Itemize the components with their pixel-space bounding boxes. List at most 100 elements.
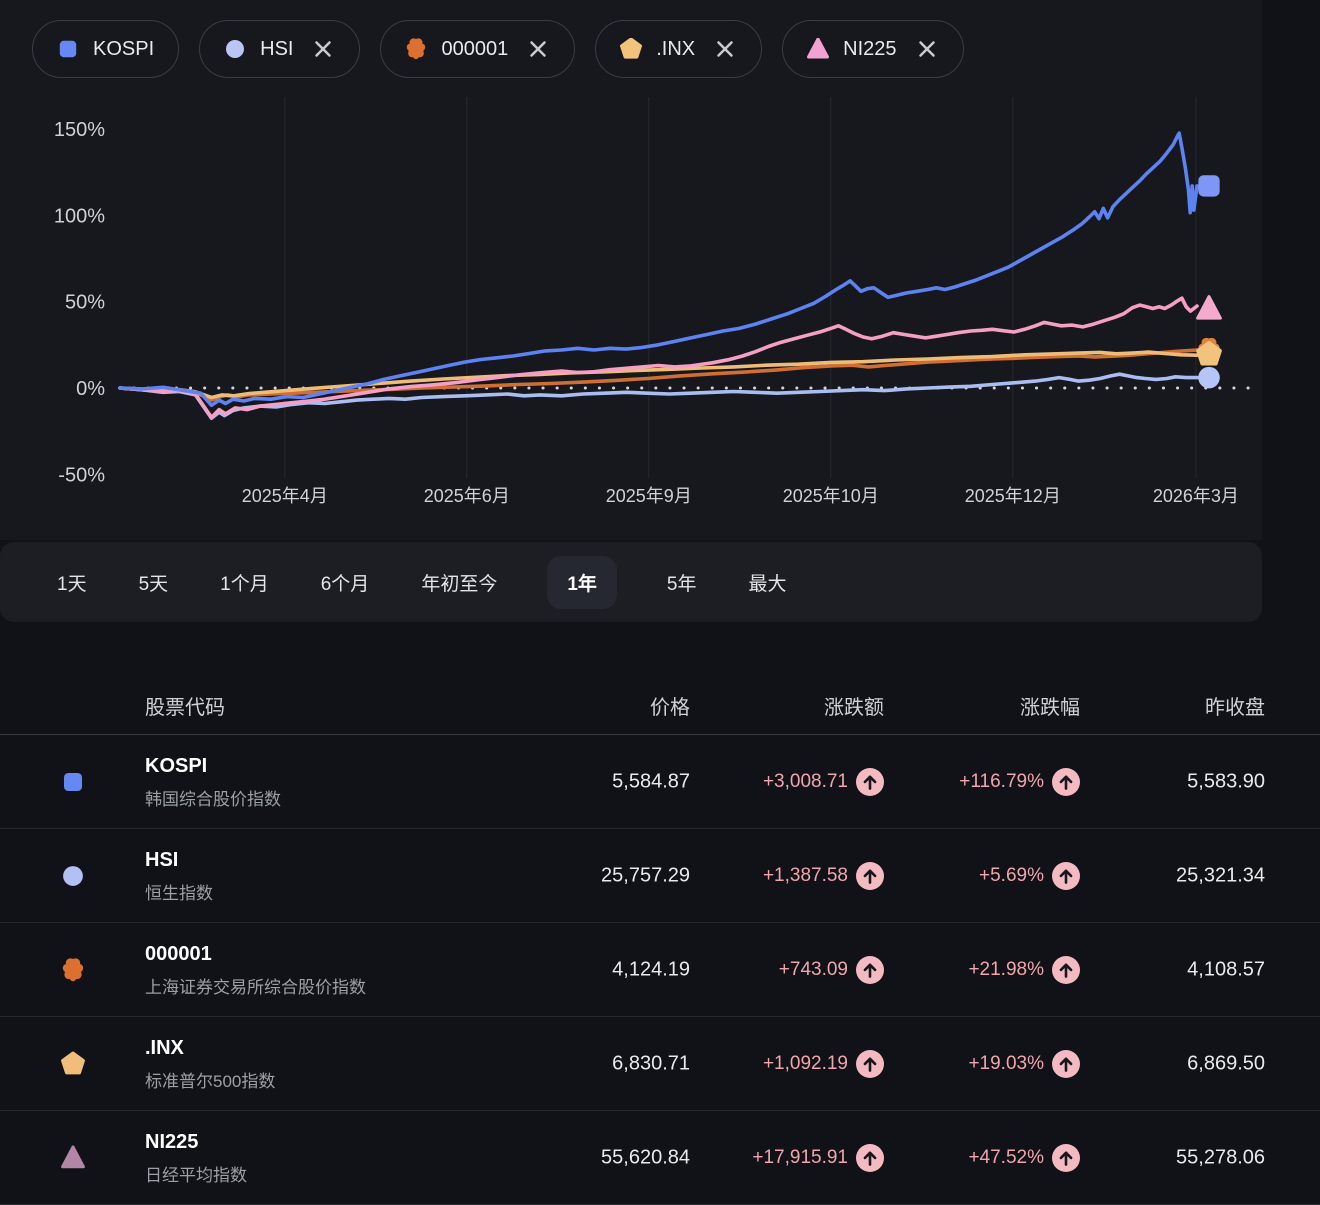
finance-compare-page: 150%100%50%0%-50%2025年4月2025年6月2025年9月20… (0, 0, 1320, 1192)
change-percent-cell: +19.03% (968, 1050, 1080, 1078)
row-marker (60, 1051, 86, 1077)
x-axis-tick-label: 2025年4月 (242, 486, 328, 506)
circle-marker-icon (1198, 367, 1220, 389)
row-marker (60, 863, 86, 889)
change-percent-cell: +5.69% (979, 862, 1080, 890)
y-axis-tick-label: 150% (54, 119, 105, 141)
symbol-label: .INX (145, 1036, 275, 1060)
range-button-1天[interactable]: 1天 (55, 556, 89, 609)
circle-marker-icon (224, 38, 246, 60)
symbol-name-cell: HSI 恒生指数 (145, 848, 213, 904)
up-arrow-badge-icon (856, 862, 884, 890)
row-marker (60, 769, 86, 795)
chip-label: 000001 (441, 38, 508, 61)
change-percent-value: +5.69% (979, 865, 1044, 887)
quotes-table: 股票代码 价格 涨跌额 涨跌幅 昨收盘 KOSPI韩国综合股价指数 5,584.87 +3,… (0, 678, 1320, 1205)
up-arrow-badge-icon (1052, 956, 1080, 984)
triangle-marker-icon (60, 1145, 86, 1171)
index-chinese-name: 上海证券交易所综合股价指数 (145, 973, 366, 998)
table-row-kospi[interactable]: KOSPI韩国综合股价指数 5,584.87 +3,008.71 +116.79% 5,… (0, 735, 1320, 829)
blob-marker-icon (60, 957, 86, 983)
previous-close-value: 55,278.06 (1176, 1146, 1265, 1169)
y-axis-tick-label: 100% (54, 205, 105, 227)
table-body: KOSPI韩国综合股价指数 5,584.87 +3,008.71 +116.79% 5,… (0, 735, 1320, 1205)
table-row-inx[interactable]: .INX标准普尔500指数6,830.71+1,092.19+19.03%6,8… (0, 1017, 1320, 1111)
square-marker-icon (60, 41, 76, 57)
change-amount-cell: +3,008.71 (763, 768, 884, 796)
y-axis-tick-label: -50% (58, 464, 105, 486)
remove-chip-icon[interactable] (526, 37, 550, 61)
symbol-chip-000001[interactable]: 000001 (380, 20, 575, 78)
range-button-1个月[interactable]: 1个月 (218, 556, 271, 609)
square-marker-icon (60, 769, 86, 795)
chip-label: KOSPI (93, 38, 154, 61)
index-chinese-name: 恒生指数 (145, 879, 213, 904)
comparison-chart[interactable]: 150%100%50%0%-50%2025年4月2025年6月2025年9月20… (0, 0, 1262, 540)
price-value: 25,757.29 (601, 864, 690, 887)
column-header: 昨收盘 (1205, 691, 1265, 720)
change-percent-cell: +21.98% (968, 956, 1080, 984)
change-percent-value: +47.52% (968, 1147, 1044, 1169)
square-marker-icon (1198, 175, 1219, 196)
range-button-最大[interactable]: 最大 (746, 556, 788, 609)
previous-close-value: 5,583.90 (1187, 770, 1265, 793)
symbol-chips-row: KOSPI HSI 000001 .INX NI225 (32, 20, 964, 78)
range-button-年初至今[interactable]: 年初至今 (419, 556, 499, 609)
column-header: 价格 (650, 691, 690, 720)
range-button-6个月[interactable]: 6个月 (319, 556, 372, 609)
previous-close-value: 6,869.50 (1187, 1052, 1265, 1075)
change-percent-cell: +116.79% (959, 768, 1080, 796)
up-arrow-badge-icon (856, 1144, 884, 1172)
symbol-name-cell: 000001上海证券交易所综合股价指数 (145, 942, 366, 998)
chip-label: HSI (260, 38, 293, 61)
change-amount-value: +1,092.19 (763, 1053, 848, 1075)
table-row-hsi[interactable]: HSI恒生指数25,757.29+1,387.58+5.69%25,321.34 (0, 829, 1320, 923)
range-button-1年[interactable]: 1年 (547, 556, 617, 609)
chip-label: NI225 (843, 38, 896, 61)
y-axis-tick-label: 0% (76, 378, 105, 400)
change-percent-value: +19.03% (968, 1053, 1044, 1075)
chart-card: 150%100%50%0%-50%2025年4月2025年6月2025年9月20… (0, 0, 1262, 540)
triangle-marker-icon (807, 38, 829, 60)
x-axis-tick-label: 2025年10月 (783, 486, 879, 506)
symbol-chip-ni225[interactable]: NI225 (782, 20, 963, 78)
change-percent-cell: +47.52% (968, 1144, 1080, 1172)
triangle-marker-icon (63, 1147, 84, 1167)
column-header: 股票代码 (145, 691, 225, 720)
chip-label: .INX (656, 38, 695, 61)
change-amount-value: +743.09 (779, 959, 848, 981)
symbol-chip-hsi[interactable]: HSI (199, 20, 360, 78)
symbol-name-cell: KOSPI韩国综合股价指数 (145, 754, 281, 810)
pentagon-marker-icon (622, 39, 641, 57)
symbol-label: NI225 (145, 1130, 247, 1154)
triangle-marker-icon (809, 39, 828, 57)
symbol-chip-kospi[interactable]: KOSPI (32, 20, 179, 78)
price-value: 5,584.87 (612, 770, 690, 793)
pentagon-marker-icon (63, 1053, 84, 1073)
index-chinese-name: 日经平均指数 (145, 1161, 247, 1186)
remove-chip-icon[interactable] (713, 37, 737, 61)
x-axis-tick-label: 2025年6月 (424, 486, 510, 506)
remove-chip-icon[interactable] (311, 37, 335, 61)
y-axis-tick-label: 50% (65, 292, 105, 314)
pentagon-marker-icon (620, 38, 642, 60)
blob-marker-icon (63, 958, 83, 981)
change-amount-value: +3,008.71 (763, 771, 848, 793)
change-amount-value: +17,915.91 (752, 1147, 848, 1169)
range-button-5天[interactable]: 5天 (137, 556, 171, 609)
up-arrow-badge-icon (1052, 1144, 1080, 1172)
row-marker (60, 1145, 86, 1171)
symbol-chip-inx[interactable]: .INX (595, 20, 762, 78)
previous-close-value: 25,321.34 (1176, 864, 1265, 887)
up-arrow-badge-icon (1052, 1050, 1080, 1078)
symbol-label: KOSPI (145, 754, 281, 778)
price-value: 55,620.84 (601, 1146, 690, 1169)
remove-chip-icon[interactable] (915, 37, 939, 61)
column-header: 涨跌幅 (1020, 691, 1080, 720)
up-arrow-badge-icon (1052, 862, 1080, 890)
table-row-000001[interactable]: 000001上海证券交易所综合股价指数4,124.19+743.09+21.98… (0, 923, 1320, 1017)
range-button-5年[interactable]: 5年 (665, 556, 699, 609)
table-row-ni225[interactable]: NI225 日经平均指数 55,620.84 +17,915.91 +47.52% 55,… (0, 1111, 1320, 1205)
symbol-label: HSI (145, 848, 213, 872)
column-header: 涨跌额 (824, 691, 884, 720)
